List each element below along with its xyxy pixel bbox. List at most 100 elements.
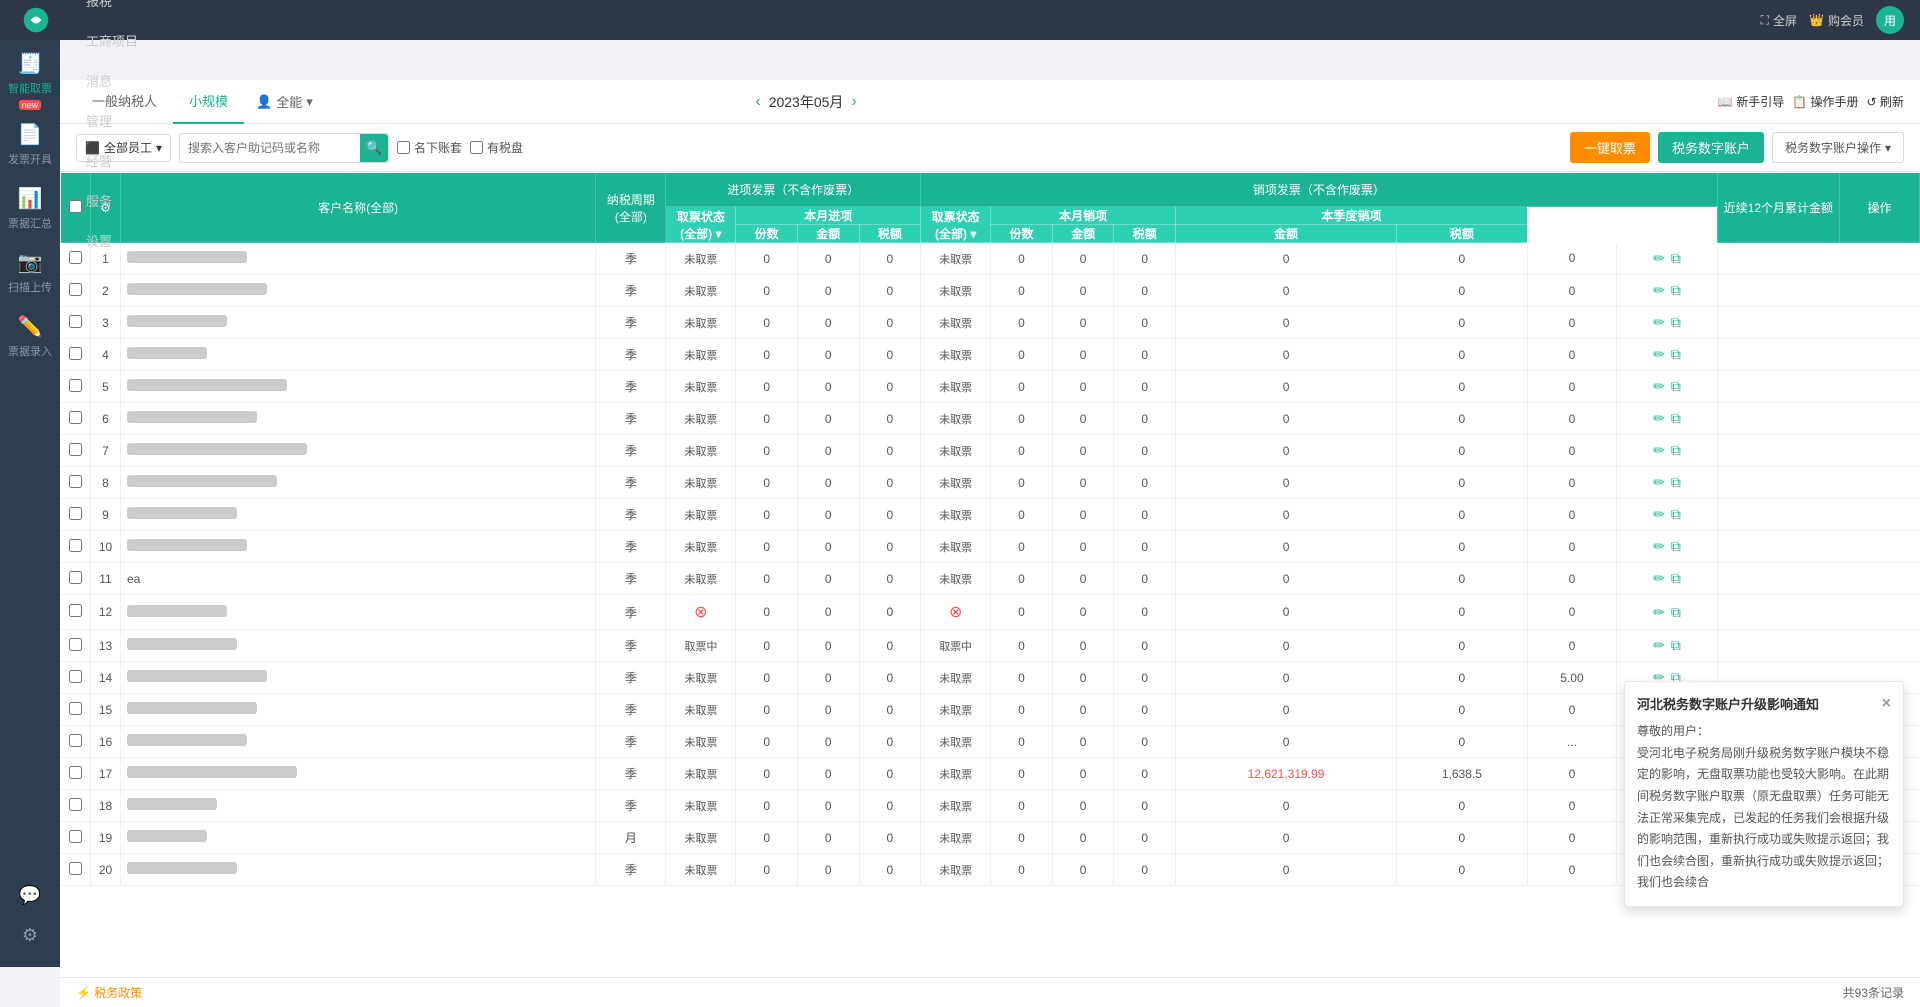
row-checkbox[interactable] xyxy=(69,766,82,779)
row-checkbox[interactable] xyxy=(69,670,82,683)
sidebar-item-4[interactable]: ✏️票据录入 xyxy=(0,304,60,368)
row-checkbox[interactable] xyxy=(69,475,82,488)
one-key-ticket-button[interactable]: 一键取票 xyxy=(1570,132,1650,163)
row-checkbox[interactable] xyxy=(69,283,82,296)
row-checkbox[interactable] xyxy=(69,347,82,360)
row-checkbox-cell[interactable] xyxy=(61,275,91,307)
member-button[interactable]: 👑 购会员 xyxy=(1809,12,1864,29)
subnav-small-scale[interactable]: 小规模 xyxy=(173,80,244,124)
edit-icon[interactable]: ✏ xyxy=(1653,474,1665,491)
tax-digital-account-op-button[interactable]: 税务数字账户操作 ▾ xyxy=(1772,132,1904,163)
copy-icon[interactable]: ⧉ xyxy=(1671,250,1681,267)
copy-icon[interactable]: ⧉ xyxy=(1671,474,1681,491)
row-checkbox-cell[interactable] xyxy=(61,758,91,790)
nav-item-服务[interactable]: 服务 xyxy=(72,180,152,220)
row-checkbox[interactable] xyxy=(69,638,82,651)
new-guide-button[interactable]: 📖 新手引导 xyxy=(1718,93,1784,110)
sidebar-item-0[interactable]: 🧾智能取票new xyxy=(0,48,60,112)
row-checkbox[interactable] xyxy=(69,571,82,584)
fullscreen-button[interactable]: ⛶ 全屏 xyxy=(1761,12,1797,29)
edit-icon[interactable]: ✏ xyxy=(1653,314,1665,331)
tax-digital-account-button[interactable]: 税务数字账户 xyxy=(1658,132,1764,163)
copy-icon[interactable]: ⧉ xyxy=(1671,570,1681,587)
nav-item-管理[interactable]: 管理 xyxy=(72,100,152,140)
row-checkbox-cell[interactable] xyxy=(61,595,91,630)
row-checkbox[interactable] xyxy=(69,315,82,328)
row-checkbox[interactable] xyxy=(69,798,82,811)
nav-item-消息[interactable]: 消息 xyxy=(72,60,152,100)
user-avatar[interactable]: 用 xyxy=(1876,6,1904,34)
row-checkbox-cell[interactable] xyxy=(61,467,91,499)
sidebar-bottom-icon1[interactable]: 💬 xyxy=(14,879,46,911)
row-checkbox-cell[interactable] xyxy=(61,694,91,726)
edit-icon[interactable]: ✏ xyxy=(1653,570,1665,587)
edit-icon[interactable]: ✏ xyxy=(1653,250,1665,267)
edit-icon[interactable]: ✏ xyxy=(1653,442,1665,459)
prev-month-button[interactable]: ‹ xyxy=(755,93,760,111)
row-checkbox[interactable] xyxy=(69,862,82,875)
edit-icon[interactable]: ✏ xyxy=(1653,282,1665,299)
copy-icon[interactable]: ⧉ xyxy=(1671,442,1681,459)
row-checkbox-cell[interactable] xyxy=(61,499,91,531)
edit-icon[interactable]: ✏ xyxy=(1653,604,1665,621)
copy-icon[interactable]: ⧉ xyxy=(1671,282,1681,299)
edit-icon[interactable]: ✏ xyxy=(1653,538,1665,555)
edit-icon[interactable]: ✏ xyxy=(1653,346,1665,363)
copy-icon[interactable]: ⧉ xyxy=(1671,378,1681,395)
row-checkbox[interactable] xyxy=(69,379,82,392)
row-checkbox-cell[interactable] xyxy=(61,630,91,662)
sidebar-bottom-icon2[interactable]: ⚙ xyxy=(14,919,46,951)
edit-icon[interactable]: ✏ xyxy=(1653,378,1665,395)
row-checkbox-cell[interactable] xyxy=(61,339,91,371)
copy-icon[interactable]: ⧉ xyxy=(1671,410,1681,427)
row-checkbox-cell[interactable] xyxy=(61,790,91,822)
down-ledger-checkbox[interactable] xyxy=(397,141,410,154)
row-checkbox[interactable] xyxy=(69,443,82,456)
edit-icon[interactable]: ✏ xyxy=(1653,506,1665,523)
row-checkbox[interactable] xyxy=(69,539,82,552)
sidebar-item-1[interactable]: 📄发票开具 xyxy=(0,112,60,176)
row-checkbox[interactable] xyxy=(69,604,82,617)
tax-policy-link[interactable]: ⚡ 税务政策 xyxy=(76,984,142,1001)
row-checkbox-cell[interactable] xyxy=(61,854,91,886)
nav-item-经营[interactable]: 经营 xyxy=(72,140,152,180)
edit-icon[interactable]: ✏ xyxy=(1653,637,1665,654)
nav-item-报税[interactable]: 报税 xyxy=(72,0,152,20)
row-checkbox[interactable] xyxy=(69,830,82,843)
row-checkbox[interactable] xyxy=(69,507,82,520)
copy-icon[interactable]: ⧉ xyxy=(1671,604,1681,621)
sidebar-item-3[interactable]: 📷扫描上传 xyxy=(0,240,60,304)
col-out-fetch-status[interactable]: 取票状态(全部) ▾ xyxy=(921,207,991,243)
row-checkbox-cell[interactable] xyxy=(61,726,91,758)
row-checkbox[interactable] xyxy=(69,734,82,747)
row-checkbox[interactable] xyxy=(69,702,82,715)
row-checkbox[interactable] xyxy=(69,411,82,424)
notification-close-button[interactable]: × xyxy=(1882,695,1891,713)
sidebar-item-2[interactable]: 📊票据汇总 xyxy=(0,176,60,240)
copy-icon[interactable]: ⧉ xyxy=(1671,506,1681,523)
row-checkbox-cell[interactable] xyxy=(61,822,91,854)
row-checkbox-cell[interactable] xyxy=(61,531,91,563)
next-month-button[interactable]: › xyxy=(851,93,856,111)
search-button[interactable]: 🔍 xyxy=(360,134,388,162)
copy-icon[interactable]: ⧉ xyxy=(1671,314,1681,331)
copy-icon[interactable]: ⧉ xyxy=(1671,637,1681,654)
row-checkbox-cell[interactable] xyxy=(61,662,91,694)
copy-icon[interactable]: ⧉ xyxy=(1671,346,1681,363)
row-checkbox-cell[interactable] xyxy=(61,403,91,435)
down-ledger-filter[interactable]: 名下账套 xyxy=(397,139,462,156)
nav-item-工商项目[interactable]: 工商项目 xyxy=(72,20,152,60)
manual-button[interactable]: 📋 操作手册 xyxy=(1792,93,1858,110)
subnav-allmighty[interactable]: 👤 全能 ▾ xyxy=(244,92,325,111)
copy-icon[interactable]: ⧉ xyxy=(1671,538,1681,555)
nav-item-设置[interactable]: 设置 xyxy=(72,220,152,260)
search-input[interactable] xyxy=(180,134,360,162)
col-in-fetch-status[interactable]: 取票状态(全部) ▾ xyxy=(666,207,736,243)
tax-disk-checkbox[interactable] xyxy=(470,141,483,154)
row-checkbox-cell[interactable] xyxy=(61,371,91,403)
row-checkbox-cell[interactable] xyxy=(61,307,91,339)
edit-icon[interactable]: ✏ xyxy=(1653,410,1665,427)
row-checkbox-cell[interactable] xyxy=(61,435,91,467)
tax-disk-filter[interactable]: 有税盘 xyxy=(470,139,523,156)
refresh-button[interactable]: ↺ 刷新 xyxy=(1867,93,1904,110)
